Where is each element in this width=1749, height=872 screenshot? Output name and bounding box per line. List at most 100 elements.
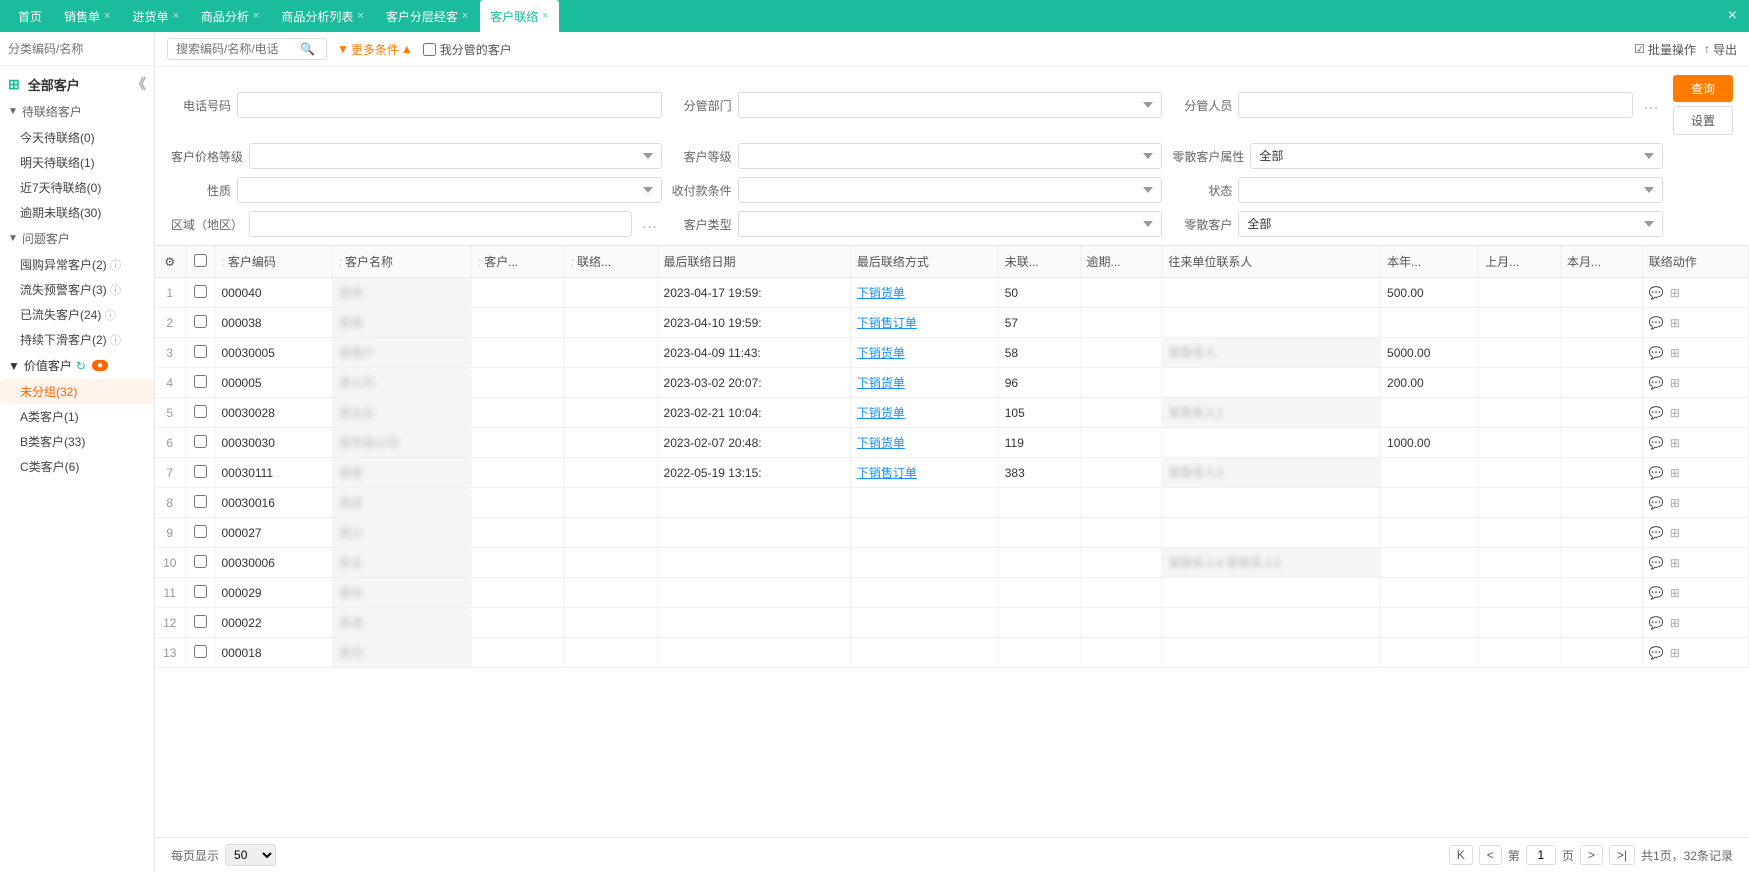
sidebar-item-churn-warning[interactable]: 流失预警客户(3) ⓘ — [0, 277, 154, 302]
reset-btn[interactable]: 设置 — [1673, 106, 1733, 135]
chat-icon[interactable]: 💬 — [1649, 586, 1664, 600]
sidebar-search-input[interactable] — [8, 42, 155, 56]
grid-action-icon[interactable]: ⊞ — [1670, 556, 1680, 570]
retail-cust-select[interactable]: 全部 — [1238, 211, 1663, 237]
row-last-method[interactable] — [850, 578, 998, 608]
sidebar-item-today[interactable]: 今天待联络(0) — [0, 125, 154, 150]
manager-input[interactable] — [1238, 92, 1633, 118]
grid-action-icon[interactable]: ⊞ — [1670, 586, 1680, 600]
sidebar-item-abnormal[interactable]: 囤购异常客户(2) ⓘ — [0, 252, 154, 277]
col-this-month[interactable]: 本月... — [1560, 246, 1642, 278]
grid-action-icon[interactable]: ⊞ — [1670, 316, 1680, 330]
row-last-method[interactable] — [850, 638, 998, 668]
phone-input[interactable] — [237, 92, 662, 118]
select-all-checkbox[interactable] — [194, 254, 207, 267]
grid-action-icon[interactable]: ⊞ — [1670, 646, 1680, 660]
chat-icon[interactable]: 💬 — [1649, 286, 1664, 300]
nav-customer-segment[interactable]: 客户分层经客 × — [376, 0, 478, 32]
row-last-method[interactable] — [850, 488, 998, 518]
grid-action-icon[interactable]: ⊞ — [1670, 376, 1680, 390]
col-no-contact[interactable]: 未联... — [998, 246, 1080, 278]
filter-search-icon[interactable]: 🔍 — [300, 42, 315, 56]
row-checkbox[interactable] — [185, 398, 215, 428]
sidebar-item-tomorrow[interactable]: 明天待联络(1) — [0, 150, 154, 175]
last-page-btn[interactable]: >| — [1609, 845, 1635, 865]
chat-icon[interactable]: 💬 — [1649, 346, 1664, 360]
row-last-method[interactable]: 下销货单 — [850, 338, 998, 368]
row-checkbox[interactable] — [185, 578, 215, 608]
refresh-icon[interactable]: ↻ — [76, 359, 86, 373]
row-last-method[interactable]: 下销售订单 — [850, 308, 998, 338]
nav-home[interactable]: 首页 — [8, 0, 52, 32]
row-checkbox[interactable] — [185, 308, 215, 338]
row-last-method[interactable] — [850, 518, 998, 548]
page-input[interactable] — [1526, 845, 1556, 865]
sidebar-item-churned[interactable]: 已流失客户(24) ⓘ — [0, 302, 154, 327]
col-contact-person[interactable]: 往来单位联系人 — [1162, 246, 1381, 278]
row-last-method[interactable] — [850, 608, 998, 638]
nav-customer-contact[interactable]: 客户联络 × — [480, 0, 558, 32]
sidebar-item-overdue[interactable]: 逾期未联络(30) — [0, 200, 154, 225]
chat-icon[interactable]: 💬 — [1649, 646, 1664, 660]
row-checkbox[interactable] — [185, 608, 215, 638]
col-this-year[interactable]: 本年... — [1381, 246, 1479, 278]
chat-icon[interactable]: 💬 — [1649, 556, 1664, 570]
nav-customer-segment-close[interactable]: × — [462, 10, 468, 22]
next-page-btn[interactable]: > — [1580, 845, 1603, 865]
sidebar-collapse-btn[interactable]: 《 — [132, 74, 146, 94]
col-checkbox[interactable] — [185, 246, 215, 278]
row-checkbox[interactable] — [185, 368, 215, 398]
grid-action-icon[interactable]: ⊞ — [1670, 496, 1680, 510]
chat-icon[interactable]: 💬 — [1649, 466, 1664, 480]
chat-icon[interactable]: 💬 — [1649, 376, 1664, 390]
row-checkbox[interactable] — [185, 548, 215, 578]
nav-sales-close[interactable]: × — [104, 10, 110, 22]
col-settings[interactable]: ⚙ — [155, 246, 185, 278]
cust-type-select[interactable] — [738, 211, 1163, 237]
sidebar-item-ungroup[interactable]: 未分组(32) — [0, 379, 154, 404]
nav-analysis-list-close[interactable]: × — [357, 10, 363, 22]
row-last-method[interactable]: 下销货单 — [850, 368, 998, 398]
col-type[interactable]: :客户... — [471, 246, 564, 278]
chat-icon[interactable]: 💬 — [1649, 316, 1664, 330]
grid-action-icon[interactable]: ⊞ — [1670, 406, 1680, 420]
query-btn[interactable]: 查询 — [1673, 75, 1733, 102]
row-last-method[interactable] — [850, 548, 998, 578]
grid-action-icon[interactable]: ⊞ — [1670, 436, 1680, 450]
my-customers-check[interactable]: 我分管的客户 — [423, 41, 512, 58]
region-input[interactable] — [249, 211, 632, 237]
row-last-method[interactable]: 下销货单 — [850, 428, 998, 458]
grid-action-icon[interactable]: ⊞ — [1670, 616, 1680, 630]
sidebar-item-a-class[interactable]: A类客户(1) — [0, 404, 154, 429]
page-size-select[interactable]: 50 100 200 — [225, 844, 276, 866]
grid-action-icon[interactable]: ⊞ — [1670, 526, 1680, 540]
filter-search-input[interactable] — [176, 42, 296, 56]
row-checkbox[interactable] — [185, 518, 215, 548]
sidebar-section-pending[interactable]: ▼ 待联络客户 — [0, 98, 154, 125]
grid-action-icon[interactable]: ⊞ — [1670, 286, 1680, 300]
nav-analysis-close[interactable]: × — [253, 10, 259, 22]
row-last-method[interactable]: 下销货单 — [850, 278, 998, 308]
region-ellipsis[interactable]: … — [638, 215, 662, 233]
chat-icon[interactable]: 💬 — [1649, 616, 1664, 630]
row-last-method[interactable]: 下销货单 — [850, 398, 998, 428]
row-last-method[interactable]: 下销售订单 — [850, 458, 998, 488]
row-checkbox[interactable] — [185, 428, 215, 458]
nav-analysis[interactable]: 商品分析 × — [191, 0, 269, 32]
grid-action-icon[interactable]: ⊞ — [1670, 346, 1680, 360]
nature-select[interactable] — [237, 177, 662, 203]
sidebar-item-7days[interactable]: 近7天待联络(0) — [0, 175, 154, 200]
sidebar-item-c-class[interactable]: C类客户(6) — [0, 454, 154, 479]
col-contact[interactable]: :联络... — [564, 246, 657, 278]
export-btn[interactable]: ↑ 导出 — [1704, 41, 1737, 58]
sidebar-item-declining[interactable]: 持续下滑客户(2) ⓘ — [0, 327, 154, 352]
col-overdue[interactable]: 逾期... — [1080, 246, 1162, 278]
retail-attr-select[interactable]: 全部 — [1250, 143, 1663, 169]
col-name[interactable]: :客户名称 — [332, 246, 471, 278]
first-page-btn[interactable]: K — [1449, 845, 1473, 865]
chat-icon[interactable]: 💬 — [1649, 406, 1664, 420]
prev-page-btn[interactable]: < — [1479, 845, 1502, 865]
col-last-month[interactable]: 上月... — [1479, 246, 1561, 278]
row-checkbox[interactable] — [185, 338, 215, 368]
grid-action-icon[interactable]: ⊞ — [1670, 466, 1680, 480]
